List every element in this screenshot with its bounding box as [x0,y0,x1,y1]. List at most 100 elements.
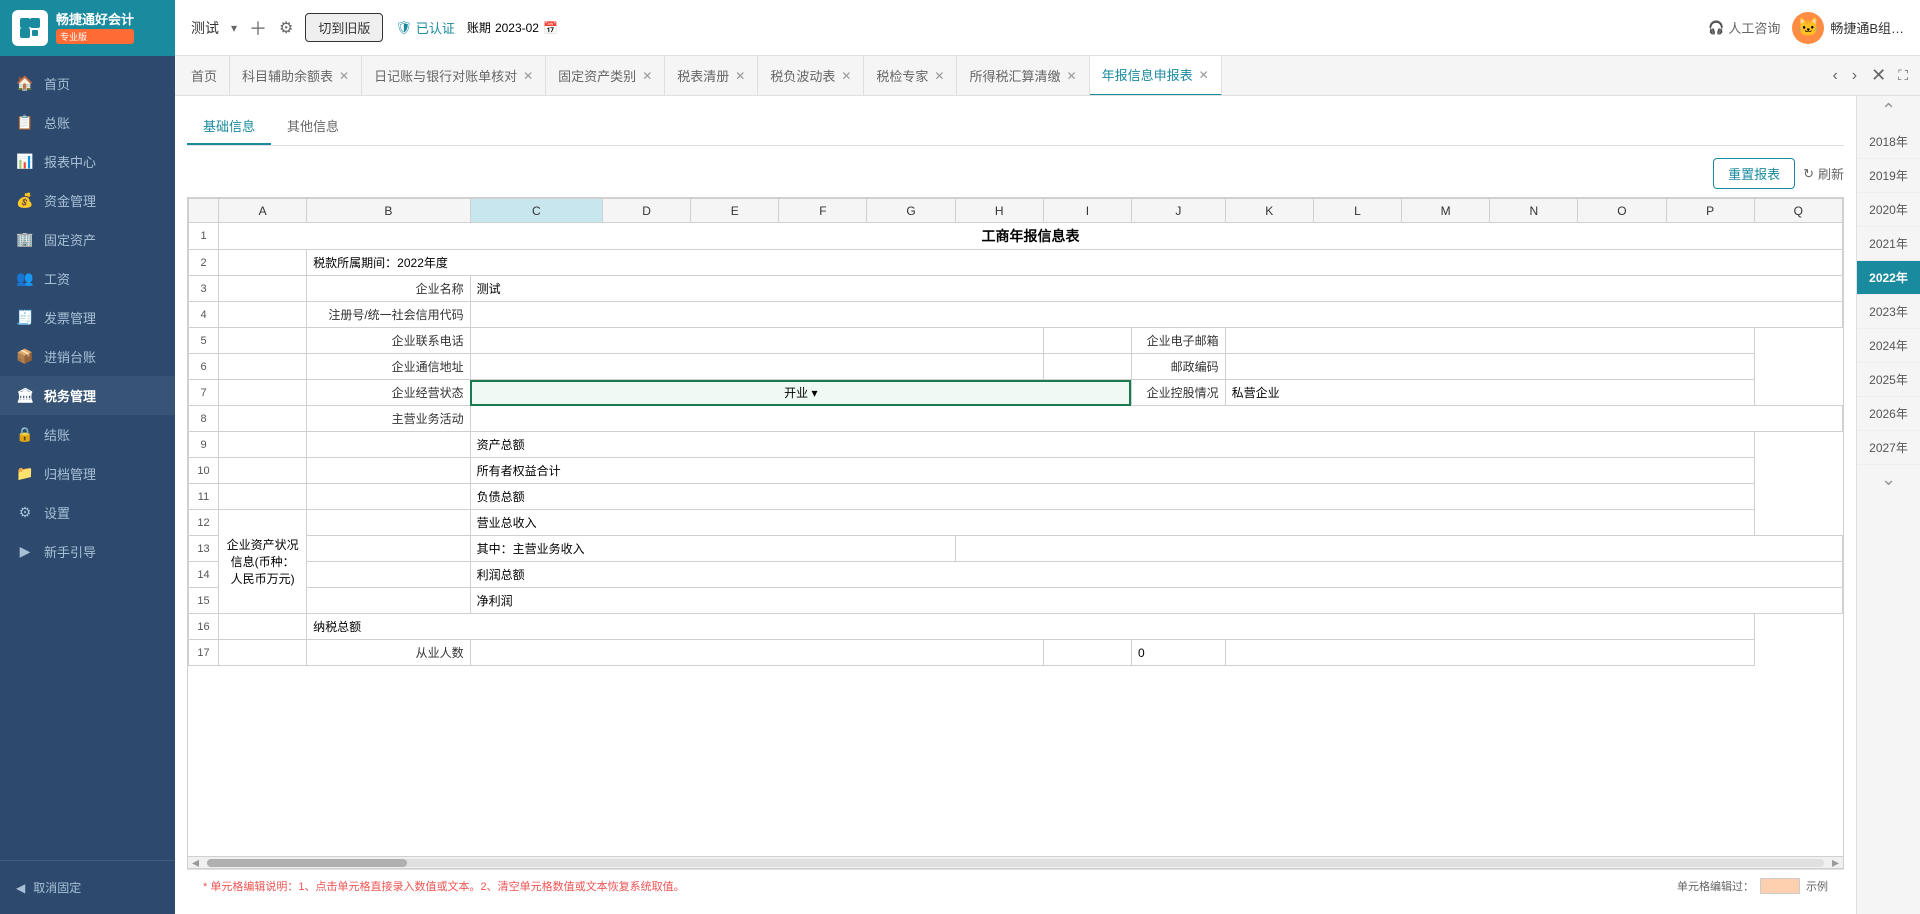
cell-r5-c4[interactable] [1043,328,1131,354]
cell-r16-c1[interactable] [219,614,307,640]
cell-r7-c4[interactable]: 企业控股情况 [1131,380,1225,406]
header-add-btn[interactable]: ＋ [249,15,267,41]
cell-r5-c3[interactable] [470,328,1043,354]
year-item-2027年[interactable]: 2027年 [1857,431,1920,465]
cell-r5-c1[interactable] [219,328,307,354]
scroll-left-btn[interactable]: ◂ [188,854,203,869]
cell-r12-c3[interactable]: 营业总收入 [470,510,1754,536]
sidebar-item-assets[interactable]: 🏢固定资产 [0,220,175,259]
tab-close-icon[interactable]: ✕ [841,69,851,83]
tab-税检专家[interactable]: 税检专家✕ [864,56,957,96]
tabs-close-all-btn[interactable]: ✕ [1865,65,1892,86]
cell-r7-c1[interactable] [219,380,307,406]
cell-r2-c2[interactable]: 税款所属期间：2022年度 [307,250,1843,276]
cell-r15-c2[interactable]: 净利润 [470,588,1842,614]
year-scroll-up-btn[interactable]: ⌃ [1857,96,1920,125]
scroll-horizontal[interactable]: ◂ ▸ [188,856,1843,868]
year-item-2024年[interactable]: 2024年 [1857,329,1920,363]
cell-r10-c1[interactable] [219,458,307,484]
year-item-2018年[interactable]: 2018年 [1857,125,1920,159]
sidebar-item-guide[interactable]: ▶新手引导 [0,532,175,571]
tab-close-icon[interactable]: ✕ [642,69,652,83]
cell-r11-c3[interactable]: 负债总额 [470,484,1754,510]
cell-r10-c3[interactable]: 所有者权益合计 [470,458,1754,484]
tab-税负波动表[interactable]: 税负波动表✕ [758,56,864,96]
cell-r13-c1[interactable] [307,536,471,562]
reset-report-btn[interactable]: 重置报表 [1713,158,1795,189]
header-settings-btn[interactable]: ⚙ [279,18,293,38]
cell-r14-c1[interactable] [307,562,471,588]
tab-首页[interactable]: 首页 [183,56,230,96]
sidebar-collapse-btn[interactable]: ◀ 取消固定 [0,869,175,906]
cell-r10-c2[interactable] [307,458,471,484]
cell-r12-c1[interactable]: 企业资产状况信息(币种：人民币万元) [219,510,307,614]
sidebar-item-tax[interactable]: 🏛税务管理 [0,376,175,415]
year-item-2022年[interactable]: 2022年 [1857,261,1920,295]
year-item-2025年[interactable]: 2025年 [1857,363,1920,397]
sidebar-item-invoice[interactable]: 🧾发票管理 [0,298,175,337]
cell-r17-c2[interactable]: 从业人数 [307,640,471,666]
cell-r17-c1[interactable] [219,640,307,666]
cell-r14-c2[interactable]: 利润总额 [470,562,1842,588]
cell-r9-c3[interactable]: 资产总额 [470,432,1754,458]
cell-r3-c3[interactable]: 测试 [470,276,1842,302]
tab-所得税汇算清缴[interactable]: 所得税汇算清缴✕ [957,56,1089,96]
tabs-expand-btn[interactable]: ⛶ [1894,67,1912,84]
year-scroll-down-btn[interactable]: ⌄ [1857,465,1920,494]
sidebar-item-archive[interactable]: 📁归档管理 [0,454,175,493]
sidebar-item-close[interactable]: 🔒结账 [0,415,175,454]
tab-close-icon[interactable]: ✕ [735,69,745,83]
cell-r7-c2[interactable]: 企业经营状态 [307,380,471,406]
year-item-2023年[interactable]: 2023年 [1857,295,1920,329]
cell-r7-c5[interactable]: 私营企业 [1225,380,1754,406]
cell-r4-c1[interactable] [219,302,307,328]
cell-r2-c1[interactable] [219,250,307,276]
sidebar-item-home[interactable]: 🏠首页 [0,64,175,103]
scroll-h-thumb[interactable] [207,859,407,867]
cell-r8-c3[interactable] [470,406,1842,432]
cell-r8-c2[interactable]: 主营业务活动 [307,406,471,432]
cell-r9-c1[interactable] [219,432,307,458]
cell-r5-c5[interactable]: 企业电子邮箱 [1131,328,1225,354]
cell-r6-c6[interactable] [1225,354,1754,380]
calendar-icon[interactable]: 📅 [543,21,558,35]
cell-r3-c2[interactable]: 企业名称 [307,276,471,302]
cell-r13-c2[interactable]: 其中：主营业务收入 [470,536,955,562]
cell-r8-c1[interactable] [219,406,307,432]
tab-close-icon[interactable]: ✕ [1199,68,1209,82]
cell-r5-c6[interactable] [1225,328,1754,354]
cell-r17-c5[interactable]: 0 [1131,640,1225,666]
cell-r16-c2[interactable]: 纳税总额 [307,614,1755,640]
scroll-right-btn[interactable]: ▸ [1828,854,1843,869]
tab-税表清册[interactable]: 税表清册✕ [665,56,758,96]
cell-r6-c5[interactable]: 邮政编码 [1131,354,1225,380]
tab-日记账与银行对账单核对[interactable]: 日记账与银行对账单核对✕ [362,56,546,96]
cell-r6-c4[interactable] [1043,354,1131,380]
tab-close-icon[interactable]: ✕ [934,69,944,83]
cell-r17-c3[interactable] [470,640,1043,666]
tab-close-icon[interactable]: ✕ [523,69,533,83]
support-btn[interactable]: 🎧 人工咨询 [1708,18,1780,37]
cell-r7-c3[interactable]: 开业 ▾ [470,380,1131,406]
cell-r11-c1[interactable] [219,484,307,510]
tabs-prev-btn[interactable]: ‹ [1826,67,1843,85]
cell-r9-c2[interactable] [307,432,471,458]
cell-r17-c6[interactable] [1225,640,1754,666]
spreadsheet-scroll[interactable]: ABCDEFGHIJKLMNOPQ 1工商年报信息表2税款所属期间：2022年度… [188,198,1843,856]
sidebar-item-capital[interactable]: 💰资金管理 [0,181,175,220]
sidebar-item-settings[interactable]: ⚙设置 [0,493,175,532]
sidebar-item-ledger[interactable]: 📋总账 [0,103,175,142]
cell-r5-c2[interactable]: 企业联系电话 [307,328,471,354]
tab-close-icon[interactable]: ✕ [339,69,349,83]
tab-固定资产类别[interactable]: 固定资产类别✕ [546,56,665,96]
sidebar-item-inventory[interactable]: 📦进销台账 [0,337,175,376]
year-item-2020年[interactable]: 2020年 [1857,193,1920,227]
cell-r13-c3[interactable] [955,536,1842,562]
user-menu[interactable]: 🐱 畅捷通B组… [1792,12,1904,44]
cell-r3-c1[interactable] [219,276,307,302]
tab-科目辅助余额表[interactable]: 科目辅助余额表✕ [230,56,362,96]
year-item-2026年[interactable]: 2026年 [1857,397,1920,431]
cell-r11-c2[interactable] [307,484,471,510]
tab-close-icon[interactable]: ✕ [1067,69,1077,83]
sub-tab-基础信息[interactable]: 基础信息 [187,108,271,145]
